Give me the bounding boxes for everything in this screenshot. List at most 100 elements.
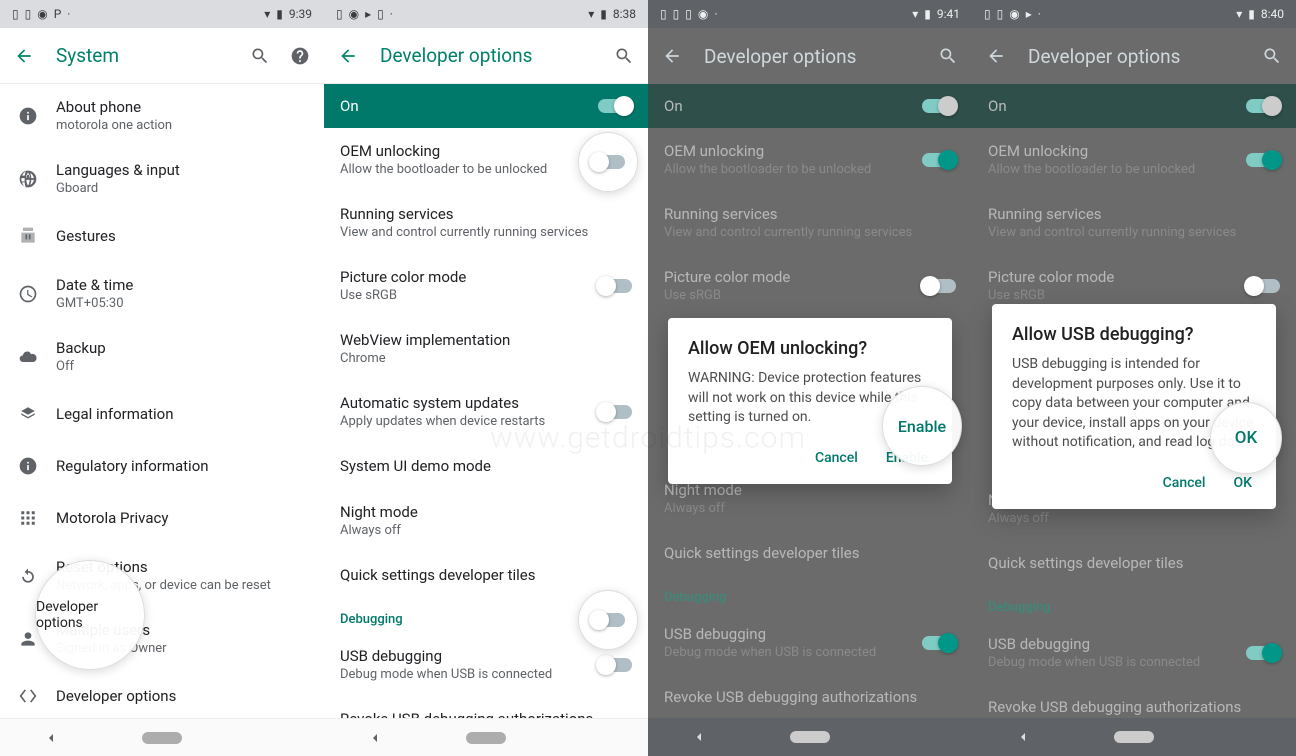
cancel-button[interactable]: Cancel [811, 444, 862, 472]
usb-debugging-item: USB debuggingDebug mode when USB is conn… [972, 621, 1296, 684]
touch-highlight [578, 132, 638, 192]
dialog-title: Allow USB debugging? [1012, 324, 1256, 345]
picture-color-item[interactable]: Picture color modeUse sRGB [324, 254, 648, 317]
backup-item[interactable]: BackupOff [0, 325, 324, 388]
toggle-switch[interactable] [598, 658, 632, 672]
cancel-button[interactable]: Cancel [1159, 469, 1210, 497]
toggle-switch[interactable] [598, 405, 632, 419]
page-title: Developer options [380, 44, 612, 67]
navigation-bar [324, 718, 648, 756]
nav-back-icon[interactable] [363, 729, 387, 747]
oem-unlocking-item: OEM unlockingAllow the bootloader to be … [972, 128, 1296, 191]
nav-recent[interactable] [909, 728, 933, 746]
navigation-bar [648, 718, 972, 756]
debugging-header: Debugging [648, 576, 972, 611]
search-icon[interactable] [936, 44, 960, 68]
toggle-switch [1246, 646, 1280, 660]
back-icon[interactable] [336, 44, 360, 68]
languages-item[interactable]: Languages & inputGboard [0, 147, 324, 210]
navigation-bar [0, 718, 324, 756]
usb-debugging-item: USB debuggingDebug mode when USB is conn… [648, 611, 972, 674]
quick-tiles-item: Quick settings developer tiles [648, 530, 972, 576]
wifi-icon: ▾ [264, 7, 270, 21]
nav-recent[interactable] [261, 729, 285, 747]
code-icon [16, 684, 40, 708]
touch-highlight: OK [1210, 402, 1282, 474]
app-bar: Developer options [324, 28, 648, 84]
gestures-item[interactable]: Gestures [0, 210, 324, 262]
search-icon[interactable] [248, 44, 272, 68]
cloud-icon [16, 345, 40, 369]
master-toggle[interactable]: On [324, 84, 648, 128]
clock: 9:39 [289, 7, 312, 21]
battery-icon: ▮ [276, 7, 283, 21]
nav-back-icon[interactable] [39, 729, 63, 747]
back-icon[interactable] [660, 44, 684, 68]
auto-updates-item[interactable]: Automatic system updatesApply updates wh… [324, 380, 648, 443]
privacy-item[interactable]: Motorola Privacy [0, 492, 324, 544]
touch-highlight: Developer options [35, 560, 145, 670]
nav-home-pill[interactable] [142, 732, 182, 744]
nav-home-pill[interactable] [1114, 731, 1154, 743]
page-title: System [56, 44, 248, 67]
nav-home-pill[interactable] [790, 731, 830, 743]
running-services-item: Running servicesView and control current… [972, 191, 1296, 254]
date-time-item[interactable]: Date & timeGMT+05:30 [0, 262, 324, 325]
dialog-title: Allow OEM unlocking? [688, 338, 932, 359]
regulatory-item[interactable]: Regulatory information [0, 440, 324, 492]
about-phone-item[interactable]: About phonemotorola one action [0, 84, 324, 147]
search-icon[interactable] [1260, 44, 1284, 68]
nav-home-pill[interactable] [466, 732, 506, 744]
app-bar: System [0, 28, 324, 84]
touch-highlight: Enable [882, 386, 962, 466]
navigation-bar [972, 718, 1296, 756]
nav-back-icon[interactable] [1011, 728, 1035, 746]
page-title: Developer options [1028, 45, 1260, 68]
quick-tiles-item: Quick settings developer tiles [972, 540, 1296, 586]
night-mode-item[interactable]: Night modeAlways off [324, 489, 648, 552]
legal-icon [16, 402, 40, 426]
running-services-item[interactable]: Running servicesView and control current… [324, 191, 648, 254]
toggle-switch [1246, 279, 1280, 293]
app-bar: Developer options [648, 28, 972, 84]
info-icon [16, 104, 40, 128]
status-bar: ▯▯▯◉· ▾▮9:41 [648, 0, 972, 28]
help-icon[interactable] [288, 44, 312, 68]
revoke-usb-item[interactable]: Revoke USB debugging authorizations [324, 696, 648, 718]
master-toggle: On [972, 84, 1296, 128]
globe-icon [16, 167, 40, 191]
oem-unlocking-item: OEM unlockingAllow the bootloader to be … [648, 128, 972, 191]
running-services-item: Running servicesView and control current… [648, 191, 972, 254]
usb-dialog-screen: ▯▯◉▸· ▾▮8:40 Developer options On OEM un… [972, 0, 1296, 756]
developer-options-screen: ▯◉▸▯· ▾▮8:38 Developer options On OEM un… [324, 0, 648, 756]
search-icon[interactable] [612, 44, 636, 68]
back-icon[interactable] [984, 44, 1008, 68]
nav-recent[interactable] [585, 729, 609, 747]
reset-icon [16, 564, 40, 588]
revoke-usb-item: Revoke USB debugging authorizations [972, 684, 1296, 718]
toggle-switch[interactable] [598, 279, 632, 293]
nav-back-icon[interactable] [687, 728, 711, 746]
master-toggle: On [648, 84, 972, 128]
clock-icon [16, 282, 40, 306]
legal-item[interactable]: Legal information [0, 388, 324, 440]
toggle-switch [922, 636, 956, 650]
developer-options-item[interactable]: Developer options [0, 670, 324, 718]
nav-recent[interactable] [1233, 728, 1257, 746]
app-bar: Developer options [972, 28, 1296, 84]
webview-item[interactable]: WebView implementationChrome [324, 317, 648, 380]
revoke-usb-item: Revoke USB debugging authorizations [648, 674, 972, 718]
toggle-switch [922, 153, 956, 167]
back-icon[interactable] [12, 44, 36, 68]
demo-mode-item[interactable]: System UI demo mode [324, 443, 648, 489]
status-bar: ▯◉▸▯· ▾▮8:38 [324, 0, 648, 28]
toggle-switch[interactable] [598, 99, 632, 113]
page-title: Developer options [704, 45, 936, 68]
debugging-header: Debugging [972, 586, 1296, 621]
toggle-switch [1246, 153, 1280, 167]
toggle-switch [922, 99, 956, 113]
touch-highlight [578, 590, 638, 650]
toggle-switch [922, 279, 956, 293]
info-icon [16, 454, 40, 478]
status-bar: ▯▯◉P· ▾▮9:39 [0, 0, 324, 28]
